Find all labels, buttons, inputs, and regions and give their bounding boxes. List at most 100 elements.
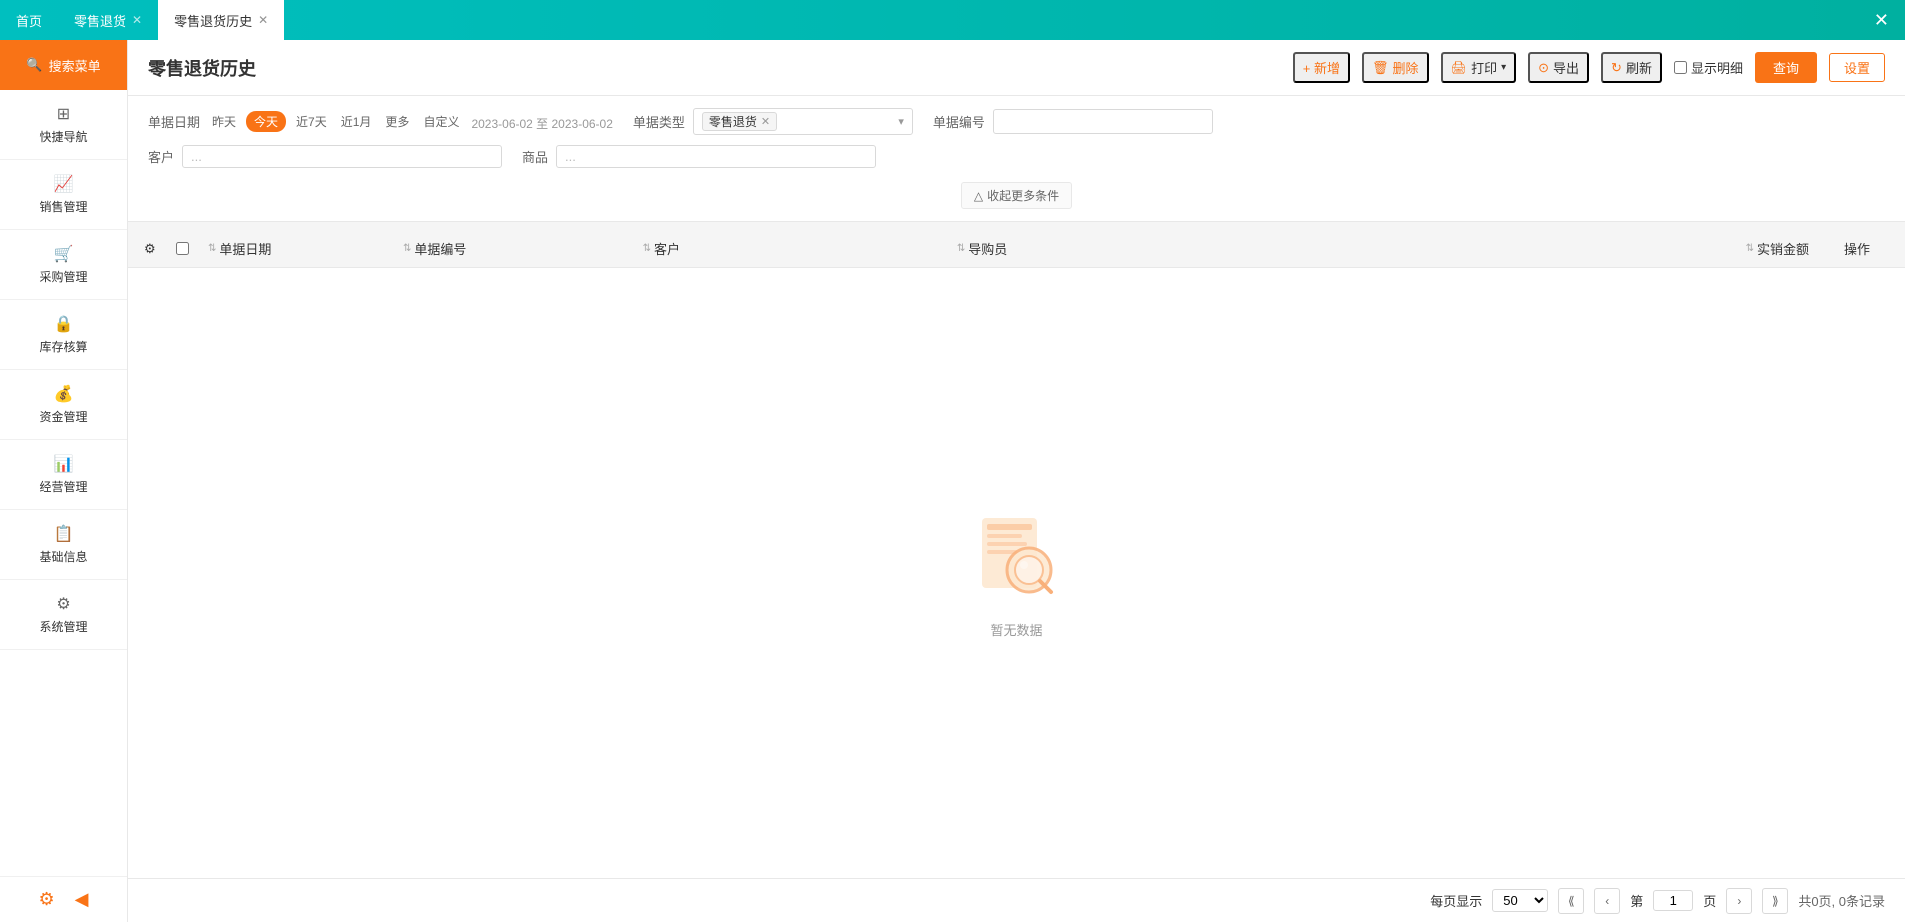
top-bar: 首页 零售退货 ✕ 零售退货历史 ✕ ✕ [0, 0, 1905, 40]
sidebar-item-sales-mgmt[interactable]: 📈 销售管理 [0, 160, 127, 230]
tab-retail-return-close[interactable]: ✕ [132, 13, 142, 27]
empty-icon [967, 508, 1067, 608]
page-number-input[interactable] [1653, 890, 1693, 911]
page-header: 零售退货历史 + 新增 🗑 删除 🖨 打印 ▾ ⊙ 导出 [128, 40, 1905, 96]
customer-sort-icon: ⇅ [643, 243, 651, 254]
collapse-button[interactable]: △ 收起更多条件 [961, 182, 1072, 209]
system-icon: ⚙ [54, 594, 74, 614]
bill-type-tag: 零售退货 ✕ [702, 112, 777, 131]
collapse-sidebar-icon[interactable]: ◀ [75, 889, 89, 910]
export-button[interactable]: ⊙ 导出 [1528, 52, 1589, 83]
purchase-icon: 🛒 [54, 244, 74, 264]
tab-retail-return-history-close[interactable]: ✕ [258, 13, 268, 27]
pagination-bar: 每页显示 20 50 100 ⟪ ‹ 第 页 › ⟫ 共0页, 0条记录 [128, 878, 1905, 922]
sales-icon: 📈 [54, 174, 74, 194]
th-guide[interactable]: ⇅ 导购员 [949, 239, 1189, 258]
show-detail-checkbox-label[interactable]: 显示明细 [1674, 58, 1743, 77]
sidebar-item-inventory[interactable]: 🔒 库存核算 [0, 300, 127, 370]
refresh-button[interactable]: ↻ 刷新 [1601, 52, 1662, 83]
show-detail-checkbox[interactable] [1674, 61, 1687, 74]
operation-icon: 📊 [54, 454, 74, 474]
sidebar-item-operation-mgmt[interactable]: 📊 经营管理 [0, 440, 127, 510]
last-page-button[interactable]: ⟫ [1762, 888, 1788, 914]
print-icon: 🖨 [1451, 60, 1468, 76]
bill-no-sort-icon: ⇅ [403, 243, 411, 254]
th-op: 操作 [1817, 239, 1897, 258]
tab-retail-return-history[interactable]: 零售退货历史 ✕ [158, 0, 284, 40]
query-button[interactable]: 查询 [1755, 52, 1817, 83]
page-prefix: 第 [1630, 891, 1643, 910]
date-btn-custom[interactable]: 自定义 [419, 111, 463, 132]
date-btn-7days[interactable]: 近7天 [292, 111, 331, 132]
collapse-icon: △ [974, 189, 983, 203]
window-close-button[interactable]: ✕ [1858, 10, 1905, 31]
guide-sort-icon: ⇅ [957, 243, 965, 254]
tab-home[interactable]: 首页 [0, 0, 58, 40]
set-button[interactable]: 设置 [1829, 53, 1885, 82]
bill-type-filter-item: 单据类型 零售退货 ✕ ▾ [633, 108, 913, 135]
sort-up-icon: ⇅ [208, 243, 216, 254]
header-actions: + 新增 🗑 删除 🖨 打印 ▾ ⊙ 导出 ↻ 刷新 [1293, 52, 1885, 83]
sidebar-item-purchase-mgmt[interactable]: 🛒 采购管理 [0, 230, 127, 300]
filter-row-2: 客户 ... 商品 ... [148, 145, 1885, 168]
bill-type-label: 单据类型 [633, 112, 685, 131]
bill-type-dropdown-icon: ▾ [898, 115, 904, 128]
th-bill-no[interactable]: ⇅ 单据编号 [395, 239, 635, 258]
table-area: ⚙ ⇅ 单据日期 ⇅ 单据编号 ⇅ 客户 ⇅ [128, 230, 1905, 922]
date-filter-label: 单据日期 [148, 112, 200, 131]
export-icon: ⊙ [1538, 60, 1549, 76]
th-checkbox[interactable] [168, 242, 200, 255]
th-amount[interactable]: ⇅ 实销金额 [1652, 239, 1817, 258]
filter-row-1: 单据日期 昨天 今天 近7天 近1月 更多 自定义 2023-06-02 至 2… [148, 108, 1885, 135]
delete-button[interactable]: 🗑 删除 [1362, 52, 1429, 83]
th-date[interactable]: ⇅ 单据日期 [200, 239, 395, 258]
settings-bottom-icon[interactable]: ⚙ [39, 889, 55, 910]
prev-page-button[interactable]: ‹ [1594, 888, 1620, 914]
date-btn-1month[interactable]: 近1月 [337, 111, 376, 132]
total-info: 共0页, 0条记录 [1798, 891, 1885, 910]
sidebar-item-system-mgmt[interactable]: ⚙ 系统管理 [0, 580, 127, 650]
goods-select[interactable]: ... [556, 145, 876, 168]
page-size-label: 每页显示 [1430, 891, 1482, 910]
bill-type-select[interactable]: 零售退货 ✕ ▾ [693, 108, 913, 135]
table-body: 暂无数据 [128, 268, 1905, 878]
page-size-select[interactable]: 20 50 100 [1492, 889, 1548, 912]
table-header: ⚙ ⇅ 单据日期 ⇅ 单据编号 ⇅ 客户 ⇅ [128, 230, 1905, 268]
refresh-icon: ↻ [1611, 60, 1622, 76]
date-btn-today[interactable]: 今天 [246, 111, 286, 132]
main-layout: 🔍 搜索菜单 ⊞ 快捷导航 📈 销售管理 🛒 采购管理 🔒 库存核算 💰 资金管… [0, 40, 1905, 922]
sidebar: 🔍 搜索菜单 ⊞ 快捷导航 📈 销售管理 🛒 采购管理 🔒 库存核算 💰 资金管… [0, 40, 128, 922]
print-button[interactable]: 🖨 打印 ▾ [1441, 52, 1517, 83]
tab-retail-return[interactable]: 零售退货 ✕ [58, 0, 158, 40]
sidebar-item-basic-info[interactable]: 📋 基础信息 [0, 510, 127, 580]
next-page-button[interactable]: › [1726, 888, 1752, 914]
sidebar-bottom: ⚙ ◀ [0, 876, 127, 922]
finance-icon: 💰 [54, 384, 74, 404]
sidebar-item-finance-mgmt[interactable]: 💰 资金管理 [0, 370, 127, 440]
settings-icon: ⚙ [144, 241, 156, 257]
sidebar-search[interactable]: 🔍 搜索菜单 [0, 40, 127, 90]
add-button[interactable]: + 新增 [1293, 52, 1350, 83]
bill-type-tag-remove[interactable]: ✕ [761, 115, 770, 128]
select-all-checkbox[interactable] [176, 242, 189, 255]
first-page-button[interactable]: ⟪ [1558, 888, 1584, 914]
page-suffix: 页 [1703, 891, 1716, 910]
amount-sort-icon: ⇅ [1746, 243, 1754, 254]
bill-no-input[interactable] [993, 109, 1213, 134]
date-btn-more[interactable]: 更多 [381, 111, 413, 132]
content-area: 零售退货历史 + 新增 🗑 删除 🖨 打印 ▾ ⊙ 导出 [128, 40, 1905, 922]
th-customer[interactable]: ⇅ 客户 [635, 239, 949, 258]
customer-label: 客户 [148, 147, 174, 166]
bill-no-filter-item: 单据编号 [933, 109, 1213, 134]
date-btn-yesterday[interactable]: 昨天 [208, 111, 240, 132]
th-settings[interactable]: ⚙ [136, 241, 168, 257]
empty-text: 暂无数据 [990, 620, 1042, 639]
delete-icon: 🗑 [1372, 60, 1389, 76]
quick-nav-icon: ⊞ [54, 104, 74, 124]
collapse-row: △ 收起更多条件 [148, 178, 1885, 209]
customer-select[interactable]: ... [182, 145, 502, 168]
filter-area: 单据日期 昨天 今天 近7天 近1月 更多 自定义 2023-06-02 至 2… [128, 96, 1905, 222]
print-dropdown-icon: ▾ [1501, 62, 1506, 73]
page-title: 零售退货历史 [148, 55, 256, 81]
sidebar-item-quick-nav[interactable]: ⊞ 快捷导航 [0, 90, 127, 160]
